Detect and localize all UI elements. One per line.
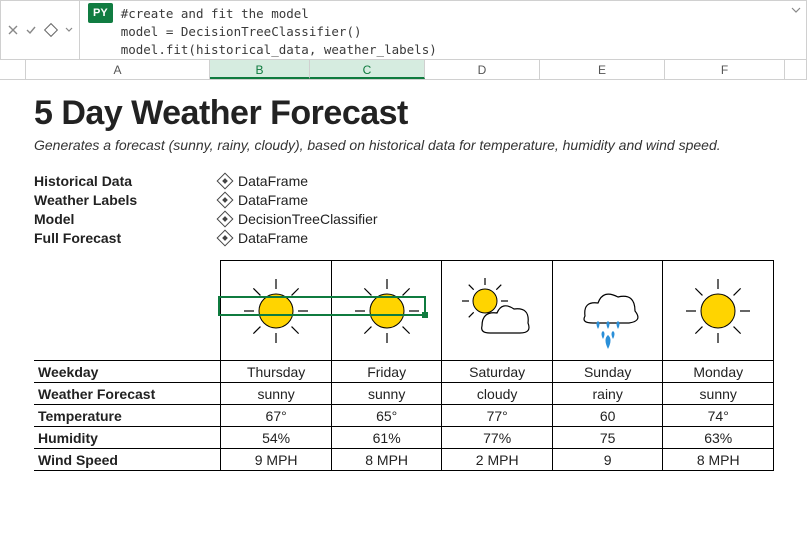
column-header[interactable]: E: [540, 60, 665, 79]
page-subtitle: Generates a forecast (sunny, rainy, clou…: [34, 137, 807, 153]
sun-icon: [673, 271, 763, 351]
partly-cloudy-icon: [452, 271, 542, 351]
classifier-icon: [218, 212, 232, 226]
table-row: Weekday Thursday Friday Saturday Sunday …: [34, 361, 774, 383]
row-header: Weather Forecast: [34, 383, 221, 405]
meta-label: Weather Labels: [34, 192, 218, 208]
python-badge: PY: [88, 3, 113, 23]
icon-row: [34, 261, 774, 361]
weather-icon-cell: [331, 261, 442, 361]
chevron-down-icon: [791, 5, 801, 15]
row-header: Humidity: [34, 427, 221, 449]
worksheet[interactable]: 5 Day Weather Forecast Generates a forec…: [0, 80, 807, 471]
rain-icon: [563, 271, 653, 351]
meta-value[interactable]: DataFrame: [218, 192, 438, 208]
table-row: Weather Forecast sunny sunny cloudy rain…: [34, 383, 774, 405]
select-all-corner[interactable]: [0, 60, 26, 79]
confirm-icon[interactable]: [25, 24, 37, 36]
table-row: Temperature 67° 65° 77° 60 74°: [34, 405, 774, 427]
forecast-table: Weekday Thursday Friday Saturday Sunday …: [34, 260, 774, 471]
column-header[interactable]: D: [425, 60, 540, 79]
page-title: 5 Day Weather Forecast: [34, 94, 807, 133]
cancel-icon[interactable]: [7, 24, 19, 36]
table-row: Humidity 54% 61% 77% 75 63%: [34, 427, 774, 449]
dataframe-icon: [218, 193, 232, 207]
sun-icon: [342, 271, 432, 351]
weather-icon-cell: [442, 261, 553, 361]
formula-expand[interactable]: [786, 1, 806, 15]
column-header-row: A B C D E F: [0, 60, 807, 80]
column-header[interactable]: B: [210, 60, 310, 79]
column-header[interactable]: A: [26, 60, 210, 79]
meta-value[interactable]: DecisionTreeClassifier: [218, 211, 438, 227]
chevron-down-icon[interactable]: [65, 26, 73, 34]
formula-bar-controls: [1, 1, 80, 59]
meta-label: Model: [34, 211, 218, 227]
table-row: Wind Speed 9 MPH 8 MPH 2 MPH 9 8 MPH: [34, 449, 774, 471]
py-object-icon[interactable]: [43, 22, 59, 38]
column-header[interactable]: C: [310, 60, 425, 79]
row-header: Weekday: [34, 361, 221, 383]
column-header[interactable]: F: [665, 60, 785, 79]
meta-value[interactable]: DataFrame: [218, 230, 438, 246]
sun-icon: [231, 271, 321, 351]
row-header: Temperature: [34, 405, 221, 427]
weather-icon-cell: [663, 261, 774, 361]
dataframe-icon: [218, 174, 232, 188]
meta-grid: Historical Data DataFrame Weather Labels…: [34, 173, 807, 246]
meta-value[interactable]: DataFrame: [218, 173, 438, 189]
meta-label: Full Forecast: [34, 230, 218, 246]
weather-icon-cell: [221, 261, 332, 361]
formula-code[interactable]: #create and fit the model model = Decisi…: [117, 1, 786, 59]
meta-label: Historical Data: [34, 173, 218, 189]
formula-bar: PY #create and fit the model model = Dec…: [0, 0, 807, 60]
row-header: Wind Speed: [34, 449, 221, 471]
dataframe-icon: [218, 231, 232, 245]
weather-icon-cell: [552, 261, 663, 361]
